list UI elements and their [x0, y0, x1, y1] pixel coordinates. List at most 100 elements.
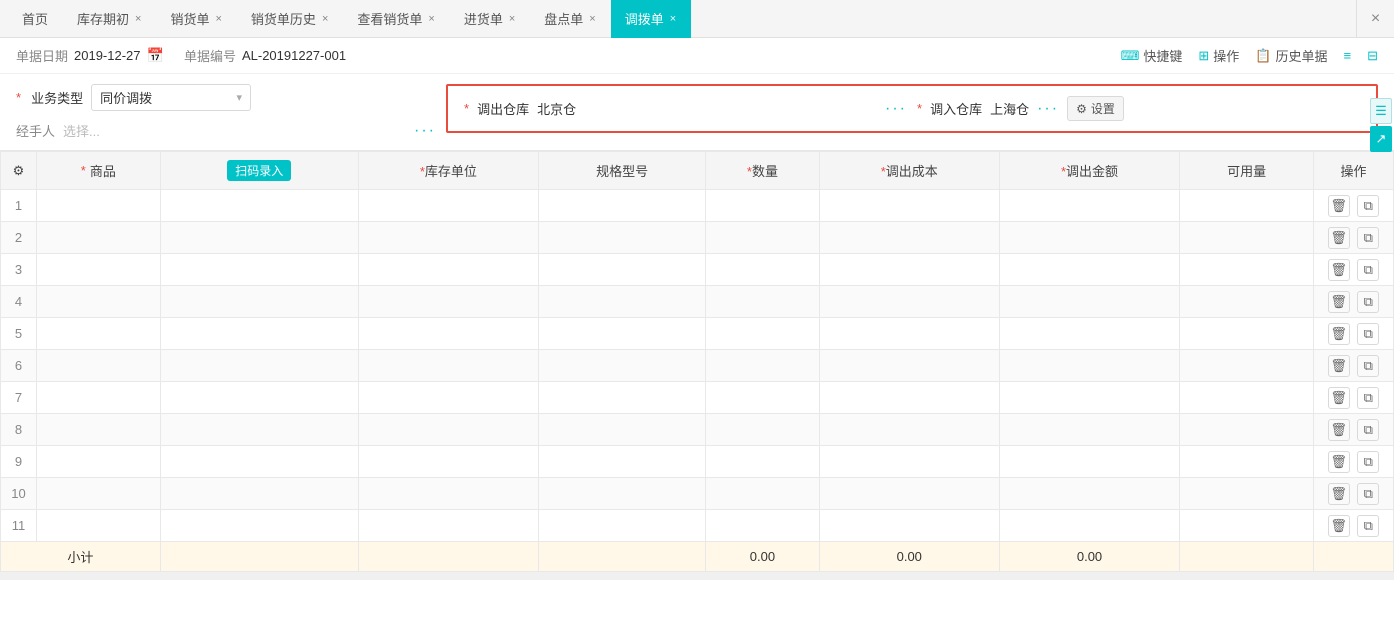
row-cost[interactable]	[819, 510, 999, 542]
row-amount[interactable]	[999, 478, 1179, 510]
delete-row-button[interactable]: 🗑	[1328, 387, 1350, 409]
biz-type-select[interactable]: 同价调拨 ▾	[91, 84, 251, 111]
close-icon[interactable]: ×	[322, 13, 328, 25]
copy-row-button[interactable]: ⧉	[1357, 195, 1379, 217]
row-qty[interactable]	[706, 318, 819, 350]
row-product[interactable]	[37, 190, 161, 222]
window-close-button[interactable]: ×	[1356, 0, 1394, 38]
row-product[interactable]	[37, 478, 161, 510]
delete-row-button[interactable]: 🗑	[1328, 259, 1350, 281]
sidebar-list-button[interactable]: ☰	[1370, 98, 1392, 124]
copy-row-button[interactable]: ⧉	[1357, 355, 1379, 377]
sidebar-export-button[interactable]: ↗	[1370, 126, 1392, 152]
close-icon[interactable]: ×	[135, 13, 141, 25]
tab-inventory-init[interactable]: 库存期初 ×	[63, 0, 156, 38]
row-unit[interactable]	[358, 414, 538, 446]
close-icon[interactable]: ×	[670, 13, 676, 25]
close-icon[interactable]: ×	[215, 13, 221, 25]
row-spec[interactable]	[539, 286, 706, 318]
row-amount[interactable]	[999, 446, 1179, 478]
row-product[interactable]	[37, 350, 161, 382]
row-spec[interactable]	[539, 446, 706, 478]
row-unit[interactable]	[358, 318, 538, 350]
row-amount[interactable]	[999, 382, 1179, 414]
delete-row-button[interactable]: 🗑	[1328, 195, 1350, 217]
copy-row-button[interactable]: ⧉	[1357, 451, 1379, 473]
row-cost[interactable]	[819, 190, 999, 222]
row-spec[interactable]	[539, 222, 706, 254]
row-spec[interactable]	[539, 382, 706, 414]
row-cost[interactable]	[819, 350, 999, 382]
delete-row-button[interactable]: 🗑	[1328, 419, 1350, 441]
scan-button[interactable]: 扫码录入	[227, 160, 291, 181]
tab-view-sales[interactable]: 查看销货单 ×	[343, 0, 449, 38]
row-cost[interactable]	[819, 318, 999, 350]
delete-row-button[interactable]: 🗑	[1328, 483, 1350, 505]
row-product[interactable]	[37, 254, 161, 286]
col-scan[interactable]: 扫码录入	[160, 152, 358, 190]
row-product[interactable]	[37, 222, 161, 254]
delete-row-button[interactable]: 🗑	[1328, 227, 1350, 249]
row-qty[interactable]	[706, 222, 819, 254]
row-spec[interactable]	[539, 414, 706, 446]
row-unit[interactable]	[358, 350, 538, 382]
row-product[interactable]	[37, 382, 161, 414]
row-qty[interactable]	[706, 382, 819, 414]
row-unit[interactable]	[358, 190, 538, 222]
delete-row-button[interactable]: 🗑	[1328, 323, 1350, 345]
row-amount[interactable]	[999, 350, 1179, 382]
delete-row-button[interactable]: 🗑	[1328, 291, 1350, 313]
row-amount[interactable]	[999, 190, 1179, 222]
row-spec[interactable]	[539, 478, 706, 510]
row-amount[interactable]	[999, 318, 1179, 350]
shortcuts-button[interactable]: ⌨ 快捷键	[1121, 46, 1183, 65]
row-unit[interactable]	[358, 446, 538, 478]
history-button[interactable]: 📋 历史单据	[1255, 46, 1327, 65]
row-amount[interactable]	[999, 414, 1179, 446]
copy-row-button[interactable]: ⧉	[1357, 259, 1379, 281]
row-product[interactable]	[37, 446, 161, 478]
in-warehouse-dots-button[interactable]: ···	[1037, 100, 1059, 118]
row-spec[interactable]	[539, 510, 706, 542]
row-spec[interactable]	[539, 318, 706, 350]
close-icon[interactable]: ×	[509, 13, 515, 25]
copy-row-button[interactable]: ⧉	[1357, 291, 1379, 313]
person-dots-button[interactable]: ···	[414, 122, 436, 140]
row-qty[interactable]	[706, 510, 819, 542]
layout-list-button[interactable]: ≡	[1344, 48, 1352, 63]
calendar-icon[interactable]: 📅	[147, 47, 164, 64]
tab-home[interactable]: 首页	[8, 0, 63, 38]
row-unit[interactable]	[358, 254, 538, 286]
row-qty[interactable]	[706, 478, 819, 510]
out-warehouse-dots-button[interactable]: ···	[885, 100, 907, 118]
row-cost[interactable]	[819, 382, 999, 414]
row-cost[interactable]	[819, 446, 999, 478]
row-qty[interactable]	[706, 446, 819, 478]
row-cost[interactable]	[819, 414, 999, 446]
row-qty[interactable]	[706, 254, 819, 286]
settings-button[interactable]: ⚙ 设置	[1067, 96, 1124, 121]
row-cost[interactable]	[819, 222, 999, 254]
copy-row-button[interactable]: ⧉	[1357, 419, 1379, 441]
row-product[interactable]	[37, 414, 161, 446]
row-amount[interactable]	[999, 286, 1179, 318]
row-amount[interactable]	[999, 222, 1179, 254]
row-unit[interactable]	[358, 478, 538, 510]
col-gear[interactable]: ⚙	[1, 152, 37, 190]
row-spec[interactable]	[539, 190, 706, 222]
row-spec[interactable]	[539, 350, 706, 382]
row-cost[interactable]	[819, 254, 999, 286]
tab-sales-history[interactable]: 销货单历史 ×	[237, 0, 343, 38]
row-unit[interactable]	[358, 382, 538, 414]
delete-row-button[interactable]: 🗑	[1328, 355, 1350, 377]
close-icon[interactable]: ×	[589, 13, 595, 25]
row-spec[interactable]	[539, 254, 706, 286]
row-product[interactable]	[37, 286, 161, 318]
copy-row-button[interactable]: ⧉	[1357, 323, 1379, 345]
row-cost[interactable]	[819, 286, 999, 318]
row-qty[interactable]	[706, 286, 819, 318]
row-unit[interactable]	[358, 510, 538, 542]
operations-button[interactable]: ⊞ 操作	[1198, 46, 1239, 65]
row-qty[interactable]	[706, 414, 819, 446]
horizontal-scrollbar[interactable]	[0, 572, 1394, 580]
